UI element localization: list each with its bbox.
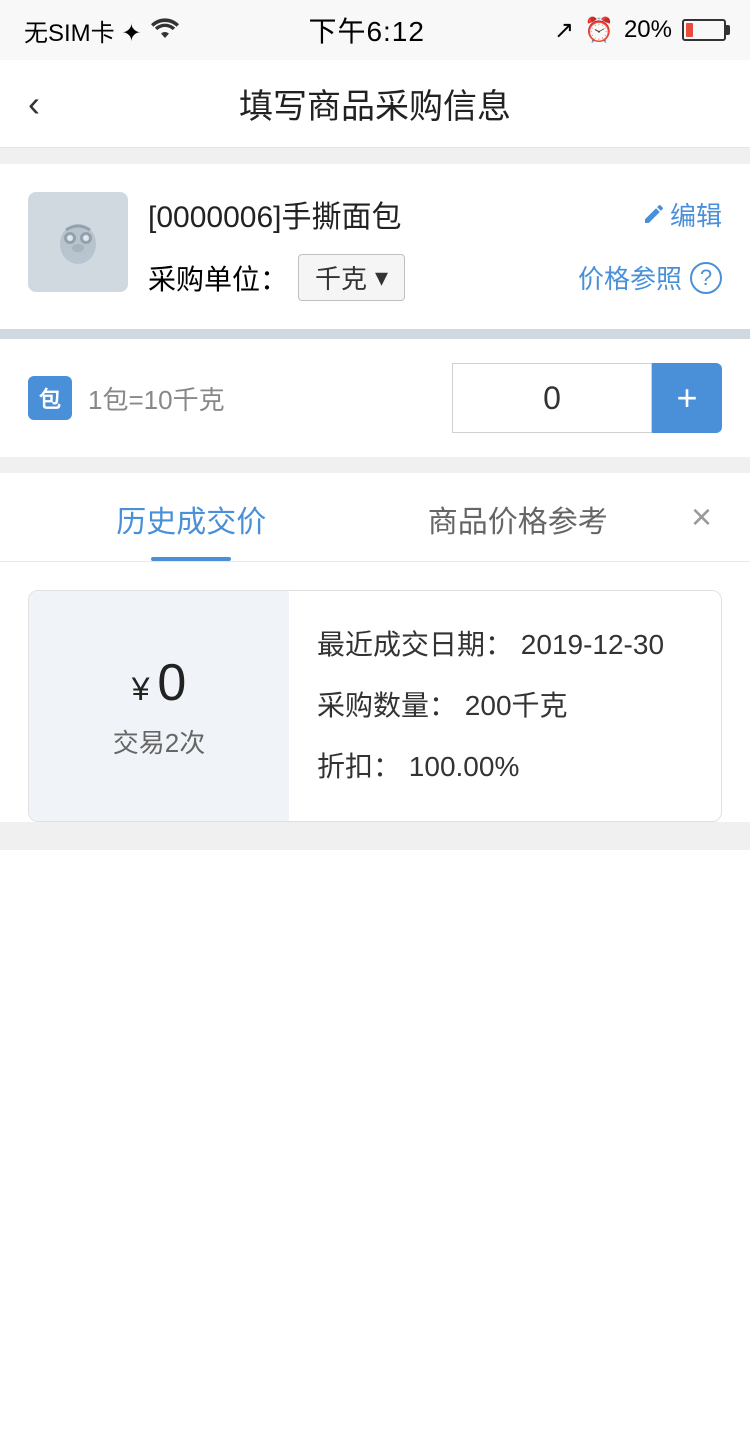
- date-label: 最近成交日期：: [317, 629, 513, 660]
- status-bar-right: ↗ ⏰ 20%: [554, 16, 726, 45]
- wifi-icon: [151, 16, 179, 45]
- back-button[interactable]: ‹: [28, 83, 40, 125]
- status-bar-left: 无SIM卡 ✦: [24, 13, 179, 48]
- history-card-right: 最近成交日期： 2019-12-30 采购数量： 200千克 折扣： 100.0…: [289, 591, 721, 821]
- edit-label: 编辑: [670, 196, 722, 233]
- page-header: ‹ 填写商品采购信息: [0, 60, 750, 148]
- currency-symbol: ¥: [132, 671, 150, 707]
- discount-row: 折扣： 100.00%: [317, 745, 693, 790]
- date-row: 最近成交日期： 2019-12-30: [317, 623, 693, 668]
- discount-value: 100.00%: [409, 751, 520, 782]
- date-value: 2019-12-30: [521, 629, 664, 660]
- product-info: [0000006]手撕面包 编辑 采购单位： 千克 ▾ 价格: [148, 192, 722, 301]
- purchase-unit-label: 采购单位：: [148, 258, 288, 298]
- quantity-unit-info: 包 1包=10千克: [28, 376, 225, 420]
- question-icon: ?: [690, 262, 722, 294]
- quantity-plus-button[interactable]: +: [652, 363, 722, 433]
- tab-history-price[interactable]: 历史成交价: [28, 473, 354, 561]
- status-bar: 无SIM卡 ✦ 下午6:12 ↗ ⏰ 20%: [0, 0, 750, 60]
- product-thumbnail: [28, 192, 128, 292]
- battery-percent: 20%: [624, 16, 672, 44]
- quantity-input[interactable]: [452, 363, 652, 433]
- discount-label: 折扣：: [317, 751, 401, 782]
- quantity-input-row: +: [452, 363, 722, 433]
- history-price-value: 0: [157, 654, 186, 712]
- history-card: ¥ 0 交易2次 最近成交日期： 2019-12-30 采购数量： 200千克 …: [28, 590, 722, 822]
- tab-close-button[interactable]: ×: [681, 496, 722, 538]
- location-icon: ↗: [554, 16, 574, 45]
- tab-price-ref[interactable]: 商品价格参考: [354, 473, 680, 561]
- tab-history-label: 历史成交价: [116, 506, 266, 539]
- product-row: [0000006]手撕面包 编辑 采购单位： 千克 ▾ 价格: [28, 192, 722, 301]
- product-name-row: [0000006]手撕面包 编辑: [148, 192, 722, 236]
- unit-selector[interactable]: 千克 ▾: [298, 254, 405, 301]
- history-card-left: ¥ 0 交易2次: [29, 591, 289, 821]
- quantity-value: 200千克: [465, 690, 568, 721]
- unit-box-label: 包: [39, 382, 61, 414]
- purchase-unit-row: 采购单位： 千克 ▾ 价格参照 ?: [148, 254, 722, 301]
- tabs-section: 历史成交价 商品价格参考 × ¥ 0 交易2次 最近成交日期： 2019-12-…: [0, 473, 750, 822]
- unit-box-icon: 包: [28, 376, 72, 420]
- carrier-text: 无SIM卡 ✦: [24, 13, 141, 48]
- price-ref-button[interactable]: 价格参照 ?: [578, 259, 722, 296]
- product-section: [0000006]手撕面包 编辑 采购单位： 千克 ▾ 价格: [0, 164, 750, 329]
- product-name: [0000006]手撕面包: [148, 192, 401, 236]
- divider-bar: [0, 329, 750, 339]
- tabs-header: 历史成交价 商品价格参考 ×: [0, 473, 750, 562]
- alarm-icon: ⏰: [584, 16, 614, 45]
- page-title: 填写商品采购信息: [239, 79, 511, 128]
- bottom-space: [0, 850, 750, 1450]
- quantity-label: 采购数量：: [317, 690, 457, 721]
- history-price-display: ¥ 0: [132, 653, 187, 713]
- dropdown-arrow-icon: ▾: [375, 262, 388, 293]
- quantity-section: 包 1包=10千克 +: [0, 339, 750, 457]
- edit-button[interactable]: 编辑: [642, 196, 722, 233]
- tab-price-ref-label: 商品价格参考: [428, 506, 608, 539]
- status-time: 下午6:12: [308, 10, 425, 50]
- history-trades: 交易2次: [113, 723, 205, 760]
- plus-icon: +: [676, 377, 697, 419]
- price-ref-label: 价格参照: [578, 259, 682, 296]
- battery-icon: [682, 19, 726, 41]
- unit-conversion: 1包=10千克: [88, 380, 225, 417]
- unit-value: 千克: [315, 259, 367, 296]
- quantity-row: 采购数量： 200千克: [317, 684, 693, 729]
